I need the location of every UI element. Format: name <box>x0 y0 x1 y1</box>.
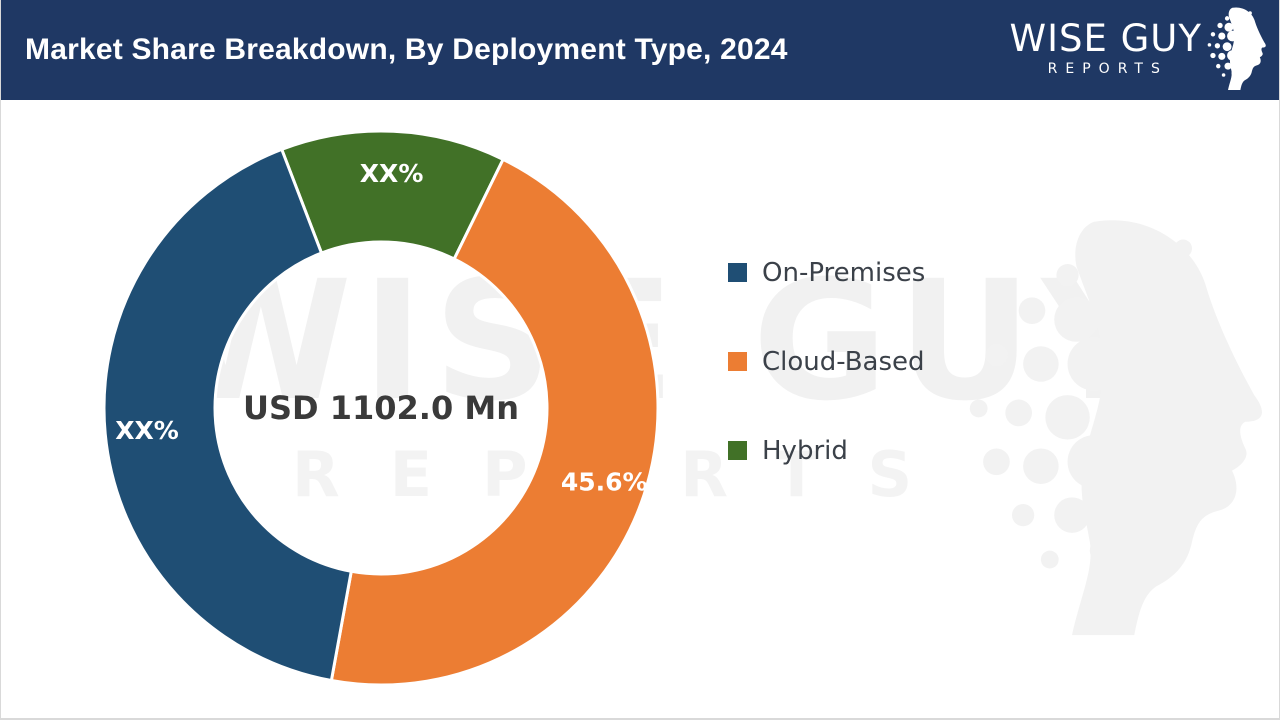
legend-swatch-icon <box>728 441 747 460</box>
logo-text: WISE GUY REPORTS <box>1009 17 1202 77</box>
logo-subtitle: REPORTS <box>1047 60 1168 77</box>
legend-label: Cloud-Based <box>762 346 925 377</box>
legend-item-on-premises: On-Premises <box>728 228 925 317</box>
legend-label: On-Premises <box>762 257 926 288</box>
head-watermark <box>969 220 1262 636</box>
legend-item-hybrid: Hybrid <box>728 406 925 495</box>
legend-item-cloud-based: Cloud-Based <box>728 317 925 406</box>
page-title: Market Share Breakdown, By Deployment Ty… <box>25 33 788 66</box>
wise-guy-logo: WISE GUY REPORTS <box>1010 6 1268 90</box>
legend-swatch-icon <box>728 263 747 282</box>
segment-label-on-premises: XX% <box>115 416 179 445</box>
segment-label-cloud-based: 45.6% <box>561 468 648 497</box>
legend-swatch-icon <box>728 352 747 371</box>
logo-wordmark: WISE GUY <box>1009 17 1202 61</box>
legend: On-Premises Cloud-Based Hybrid <box>728 228 925 495</box>
legend-label: Hybrid <box>762 435 848 466</box>
header-bar: Market Share Breakdown, By Deployment Ty… <box>0 0 1280 100</box>
segment-label-hybrid: XX% <box>360 159 424 188</box>
chart-center-value: USD 1102.0 Mn <box>243 389 519 427</box>
logo-head-icon <box>1207 7 1266 90</box>
